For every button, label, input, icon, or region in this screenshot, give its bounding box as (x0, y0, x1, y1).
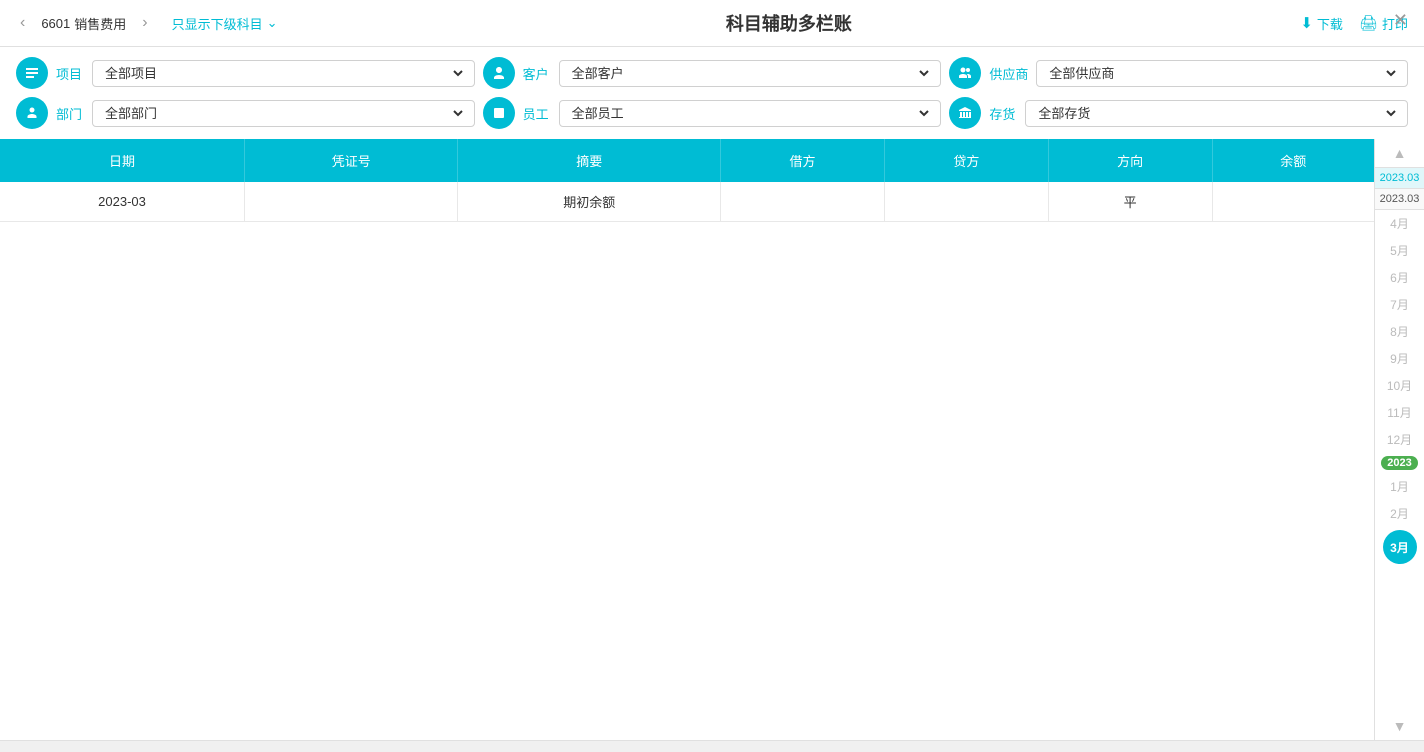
inventory-select-container[interactable]: 全部存货 (1025, 100, 1408, 127)
project-label: 项目 (56, 64, 84, 83)
download-icon: ⬇ (1300, 14, 1313, 32)
month-nav-up-button[interactable]: ▲ (1375, 139, 1424, 167)
cell-voucher (245, 182, 458, 222)
page-title: 科目辅助多栏账 (290, 10, 1289, 36)
employee-select[interactable]: 全部员工 (568, 105, 933, 122)
filter-row-department: 部门 全部部门 (16, 97, 475, 129)
scroll-up-icon: ▲ (1393, 145, 1407, 161)
month-3-selected[interactable]: 3月 (1383, 527, 1417, 567)
close-button[interactable]: ✕ (1393, 10, 1408, 31)
month-2[interactable]: 2月 (1375, 500, 1424, 527)
filter-row-customer: 客户 全部客户 (483, 57, 942, 89)
month-nav-sidebar: ▲ 2023.03 2023.03 4月 5月 6月 7月 8月 9月 10月 … (1374, 139, 1424, 740)
ledger-table: 日期 凭证号 摘要 借方 贷方 方向 余额 2023-03 期初余额 (0, 139, 1374, 222)
show-sub-accounts-filter[interactable]: 只显示下级科目 ⌄ (172, 14, 278, 33)
filter-row-project: 项目 全部项目 (16, 57, 475, 89)
cell-direction: 平 (1048, 182, 1212, 222)
cell-debit (721, 182, 885, 222)
table-container: 日期 凭证号 摘要 借方 贷方 方向 余额 2023-03 期初余额 (0, 139, 1424, 740)
cell-date: 2023-03 (0, 182, 245, 222)
inventory-select[interactable]: 全部存货 (1034, 105, 1399, 122)
col-date: 日期 (0, 139, 245, 182)
supplier-select-container[interactable]: 全部供应商 (1036, 60, 1408, 87)
col-credit: 贷方 (884, 139, 1048, 182)
month-11[interactable]: 11月 (1375, 399, 1424, 426)
table-row: 2023-03 期初余额 平 (0, 182, 1374, 222)
col-debit: 借方 (721, 139, 885, 182)
department-label: 部门 (56, 104, 84, 123)
supplier-select[interactable]: 全部供应商 (1045, 65, 1399, 82)
download-label: 下载 (1317, 14, 1343, 33)
month-6[interactable]: 6月 (1375, 264, 1424, 291)
filter-row-inventory: 存货 全部存货 (949, 97, 1408, 129)
month-9[interactable]: 9月 (1375, 345, 1424, 372)
prev-account-button[interactable]: ‹ (16, 12, 29, 34)
customer-select-container[interactable]: 全部客户 (559, 60, 942, 87)
cell-summary: 期初余额 (458, 182, 721, 222)
project-select[interactable]: 全部项目 (101, 65, 466, 82)
inventory-icon (949, 97, 981, 129)
header-actions: ⬇ 下载 🖨 打印 (1300, 14, 1408, 33)
month-7[interactable]: 7月 (1375, 291, 1424, 318)
customer-icon (483, 57, 515, 89)
customer-select[interactable]: 全部客户 (568, 65, 933, 82)
account-code: 6601 (41, 16, 70, 31)
month-5[interactable]: 5月 (1375, 237, 1424, 264)
filter-dropdown-label: 只显示下级科目 (172, 14, 263, 33)
department-icon (16, 97, 48, 129)
account-name: 销售费用 (74, 14, 126, 33)
download-button[interactable]: ⬇ 下载 (1300, 14, 1343, 33)
period-item-2[interactable]: 2023.03 (1375, 189, 1424, 210)
employee-label: 员工 (523, 104, 551, 123)
cell-balance (1212, 182, 1374, 222)
next-account-button[interactable]: › (138, 12, 151, 34)
department-select[interactable]: 全部部门 (101, 105, 466, 122)
month-4[interactable]: 4月 (1375, 210, 1424, 237)
month-nav-down-button[interactable]: ▼ (1375, 712, 1424, 740)
filter-row-employee: 员工 全部员工 (483, 97, 942, 129)
department-select-container[interactable]: 全部部门 (92, 100, 475, 127)
cell-credit (884, 182, 1048, 222)
project-select-container[interactable]: 全部项目 (92, 60, 475, 87)
col-voucher: 凭证号 (245, 139, 458, 182)
table-header-row: 日期 凭证号 摘要 借方 贷方 方向 余额 (0, 139, 1374, 182)
period-item-1[interactable]: 2023.03 (1375, 167, 1424, 189)
employee-select-container[interactable]: 全部员工 (559, 100, 942, 127)
month-1[interactable]: 1月 (1375, 473, 1424, 500)
month-12[interactable]: 12月 (1375, 426, 1424, 453)
main-window: ✕ ‹ 6601 销售费用 › 只显示下级科目 ⌄ 科目辅助多栏账 ⬇ 下载 🖨… (0, 0, 1424, 752)
supplier-icon (949, 57, 981, 89)
table-wrapper[interactable]: 日期 凭证号 摘要 借方 贷方 方向 余额 2023-03 期初余额 (0, 139, 1374, 740)
col-direction: 方向 (1048, 139, 1212, 182)
header: ‹ 6601 销售费用 › 只显示下级科目 ⌄ 科目辅助多栏账 ⬇ 下载 🖨 打… (0, 0, 1424, 47)
employee-icon (483, 97, 515, 129)
year-badge-2023: 2023 (1381, 453, 1417, 473)
col-summary: 摘要 (458, 139, 721, 182)
account-code-display: 6601 销售费用 (41, 14, 126, 33)
project-icon (16, 57, 48, 89)
month-8[interactable]: 8月 (1375, 318, 1424, 345)
month-10[interactable]: 10月 (1375, 372, 1424, 399)
col-balance: 余额 (1212, 139, 1374, 182)
horizontal-scrollbar[interactable] (0, 740, 1424, 752)
print-icon: 🖨 (1359, 14, 1378, 32)
supplier-label: 供应商 (989, 64, 1028, 83)
inventory-label: 存货 (989, 104, 1017, 123)
filter-row-supplier: 供应商 全部供应商 (949, 57, 1408, 89)
scroll-down-icon: ▼ (1393, 718, 1407, 734)
filters-section: 项目 全部项目 客户 全部客户 供应商 (0, 47, 1424, 139)
customer-label: 客户 (523, 64, 551, 83)
dropdown-arrow-icon: ⌄ (267, 15, 278, 31)
